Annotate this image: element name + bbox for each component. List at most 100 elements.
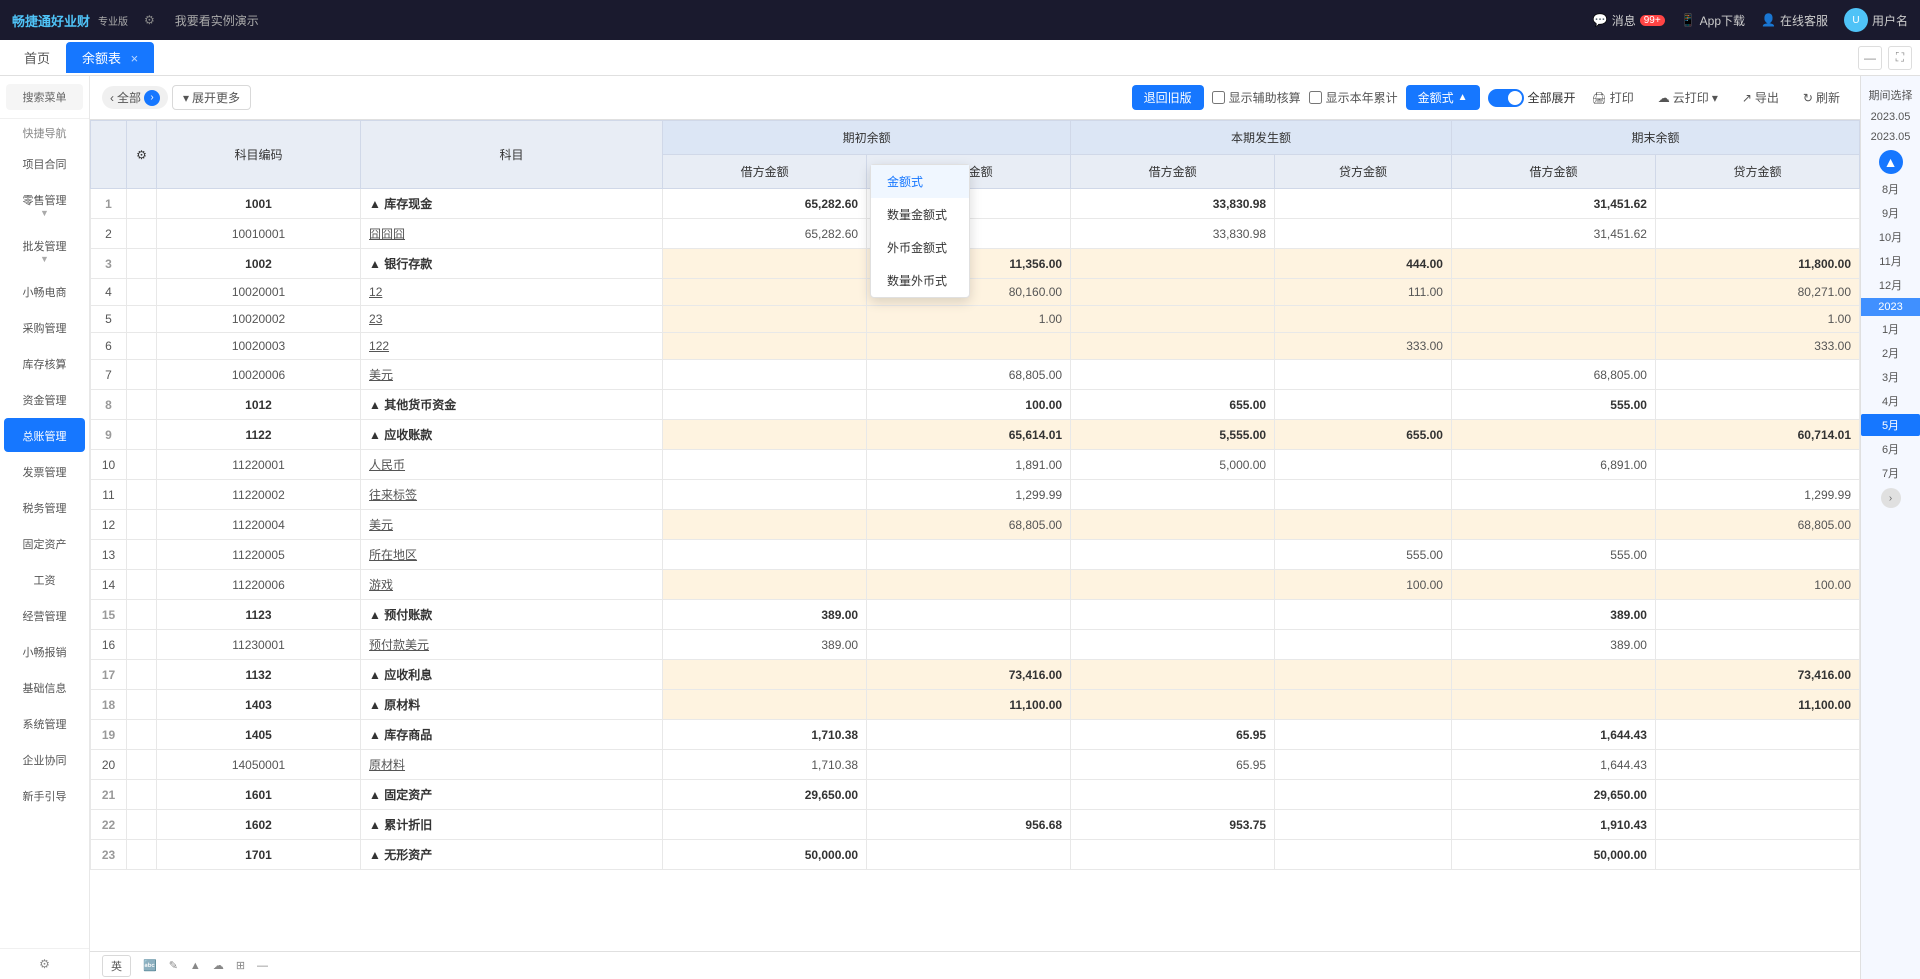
period-month-8[interactable]: 8月	[1861, 178, 1920, 200]
online-service-btn[interactable]: 👤 在线客服	[1761, 12, 1828, 29]
breadcrumb-all-btn[interactable]: ‹ 全部 ›	[102, 86, 168, 109]
auxiliary-checkbox-input[interactable]	[1212, 91, 1225, 104]
status-icon-3[interactable]: ▲	[190, 960, 201, 972]
sidebar-item-fixed-asset[interactable]: 固定资产	[4, 526, 85, 560]
print-btn[interactable]: 🖨 打印	[1584, 85, 1642, 110]
sidebar-item-system[interactable]: 系统管理	[4, 706, 85, 740]
cell-account-name[interactable]: 122	[361, 333, 663, 360]
dropdown-item-amount[interactable]: 金额式	[871, 165, 969, 198]
show-auxiliary-checkbox[interactable]: 显示辅助核算	[1212, 89, 1301, 106]
sidebar-item-purchase[interactable]: 采购管理	[4, 310, 85, 344]
sidebar-item-ecommerce[interactable]: 小畅电商	[4, 274, 85, 308]
period-year-end[interactable]: 2023.05	[1861, 128, 1920, 146]
sidebar-item-guide[interactable]: 新手引导	[4, 778, 85, 812]
cell-account-name[interactable]: 原材料	[361, 750, 663, 780]
expand-all-toggle[interactable]: 全部展开	[1488, 89, 1576, 107]
cell-account-name[interactable]: 所在地区	[361, 540, 663, 570]
sidebar-item-sales-report-label: 小畅报销	[8, 644, 81, 660]
settings-icon[interactable]: ⚙	[144, 13, 155, 27]
export-btn[interactable]: ↗ 导出	[1734, 85, 1787, 110]
cell-account-name[interactable]: 23	[361, 306, 663, 333]
period-month-6[interactable]: 6月	[1861, 438, 1920, 460]
table-row: 181403▲ 原材料11,100.0011,100.00	[91, 690, 1860, 720]
demo-link[interactable]: 我要看实例演示	[175, 12, 259, 29]
period-month-2[interactable]: 2月	[1861, 342, 1920, 364]
sidebar-item-project[interactable]: 项目合同	[4, 146, 85, 180]
tab-minimize-btn[interactable]: —	[1858, 46, 1882, 70]
message-btn[interactable]: 💬 消息 99+	[1593, 12, 1665, 29]
period-month-7[interactable]: 7月	[1861, 462, 1920, 484]
app-download-btn[interactable]: 📱 App下载	[1681, 12, 1745, 29]
sidebar-item-sales-report[interactable]: 小畅报销	[4, 634, 85, 668]
sidebar-item-cooperation[interactable]: 企业协同	[4, 742, 85, 776]
period-month-1[interactable]: 1月	[1861, 318, 1920, 340]
sidebar-item-finance[interactable]: 资金管理	[4, 382, 85, 416]
cell-account-name[interactable]: 往来标签	[361, 480, 663, 510]
period-month-10[interactable]: 10月	[1861, 226, 1920, 248]
cell-current-debit	[1071, 570, 1275, 600]
sidebar-item-payroll[interactable]: 工资	[4, 562, 85, 596]
back-to-old-btn[interactable]: 退回旧版	[1132, 85, 1204, 110]
cell-account-name[interactable]: 囧囧囧	[361, 219, 663, 249]
period-collapse-btn[interactable]: ›	[1881, 488, 1901, 508]
sidebar-item-general[interactable]: 总账管理	[4, 418, 85, 452]
dropdown-item-foreign-amount[interactable]: 外币金额式	[871, 231, 969, 264]
tab-balance[interactable]: 余额表 ×	[66, 42, 154, 73]
cell-row-num: 15	[91, 600, 127, 630]
cell-closing-debit	[1451, 249, 1655, 279]
sidebar-quick-nav[interactable]: 快捷导航	[0, 119, 89, 145]
period-up-btn[interactable]: ▲	[1879, 150, 1903, 174]
mode-btn[interactable]: 金额式 ▲	[1406, 85, 1480, 110]
th-settings[interactable]: ⚙	[127, 121, 157, 189]
sidebar-item-operations[interactable]: 经营管理	[4, 598, 85, 632]
sidebar-item-invoice[interactable]: 发票管理	[4, 454, 85, 488]
refresh-btn[interactable]: ↻ 刷新	[1795, 85, 1848, 110]
status-lang-btn[interactable]: 英	[102, 955, 131, 977]
period-month-9[interactable]: 9月	[1861, 202, 1920, 224]
user-avatar[interactable]: U 用户名	[1844, 8, 1908, 32]
cell-account-name[interactable]: 12	[361, 279, 663, 306]
status-icon-2[interactable]: ✎	[169, 959, 178, 972]
cell-current-credit	[1275, 390, 1452, 420]
cell-settings	[127, 600, 157, 630]
status-icon-4[interactable]: ☁	[213, 959, 224, 972]
cell-account-name[interactable]: 美元	[361, 360, 663, 390]
expand-more-btn[interactable]: ▾ 展开更多	[172, 85, 251, 110]
period-month-4[interactable]: 4月	[1861, 390, 1920, 412]
sidebar-settings-btn[interactable]: ⚙	[0, 948, 89, 979]
table-row: 710020006美元68,805.0068,805.00	[91, 360, 1860, 390]
annual-checkbox-input[interactable]	[1309, 91, 1322, 104]
tab-maximize-btn[interactable]: ⛶	[1888, 46, 1912, 70]
cell-account-name[interactable]: 人民币	[361, 450, 663, 480]
sidebar-item-basic-info[interactable]: 基础信息	[4, 670, 85, 704]
period-month-12[interactable]: 12月	[1861, 274, 1920, 296]
cell-account-name[interactable]: 游戏	[361, 570, 663, 600]
period-month-11[interactable]: 11月	[1861, 250, 1920, 272]
search-menu-btn[interactable]: 搜索菜单	[6, 84, 83, 110]
status-icon-6[interactable]: —	[257, 960, 268, 972]
dropdown-item-qty-amount[interactable]: 数量金额式	[871, 198, 969, 231]
period-month-5[interactable]: 5月	[1861, 414, 1920, 436]
period-year-2023[interactable]: 2023	[1861, 298, 1920, 316]
sidebar-item-retail-label: 零售管理	[8, 192, 81, 208]
cloud-print-btn[interactable]: ☁ 云打印 ▾	[1650, 85, 1726, 110]
toggle-control[interactable]	[1488, 89, 1524, 107]
sidebar-item-tax[interactable]: 税务管理	[4, 490, 85, 524]
sidebar-item-inventory[interactable]: 库存核算	[4, 346, 85, 380]
dropdown-item-qty-foreign[interactable]: 数量外币式	[871, 264, 969, 297]
sidebar-item-wholesale[interactable]: 批发管理 ▼	[4, 228, 85, 272]
status-icon-5[interactable]: ⊞	[236, 959, 245, 972]
table-row: 221602▲ 累计折旧956.68953.751,910.43	[91, 810, 1860, 840]
cell-settings	[127, 480, 157, 510]
status-icon-1[interactable]: 🔤	[143, 959, 157, 972]
period-year-start[interactable]: 2023.05	[1861, 108, 1920, 126]
sidebar-item-invoice-label: 发票管理	[8, 464, 81, 480]
period-month-3[interactable]: 3月	[1861, 366, 1920, 388]
sidebar-item-retail[interactable]: 零售管理 ▼	[4, 182, 85, 226]
cell-account-name[interactable]: 预付款美元	[361, 630, 663, 660]
cell-account-name[interactable]: 美元	[361, 510, 663, 540]
show-annual-checkbox[interactable]: 显示本年累计	[1309, 89, 1398, 106]
toolbar-right: 退回旧版 显示辅助核算 显示本年累计 金额式 ▲ 全部展开	[1132, 85, 1848, 110]
tab-home[interactable]: 首页	[8, 42, 66, 73]
tab-close-btn[interactable]: ×	[131, 51, 139, 66]
